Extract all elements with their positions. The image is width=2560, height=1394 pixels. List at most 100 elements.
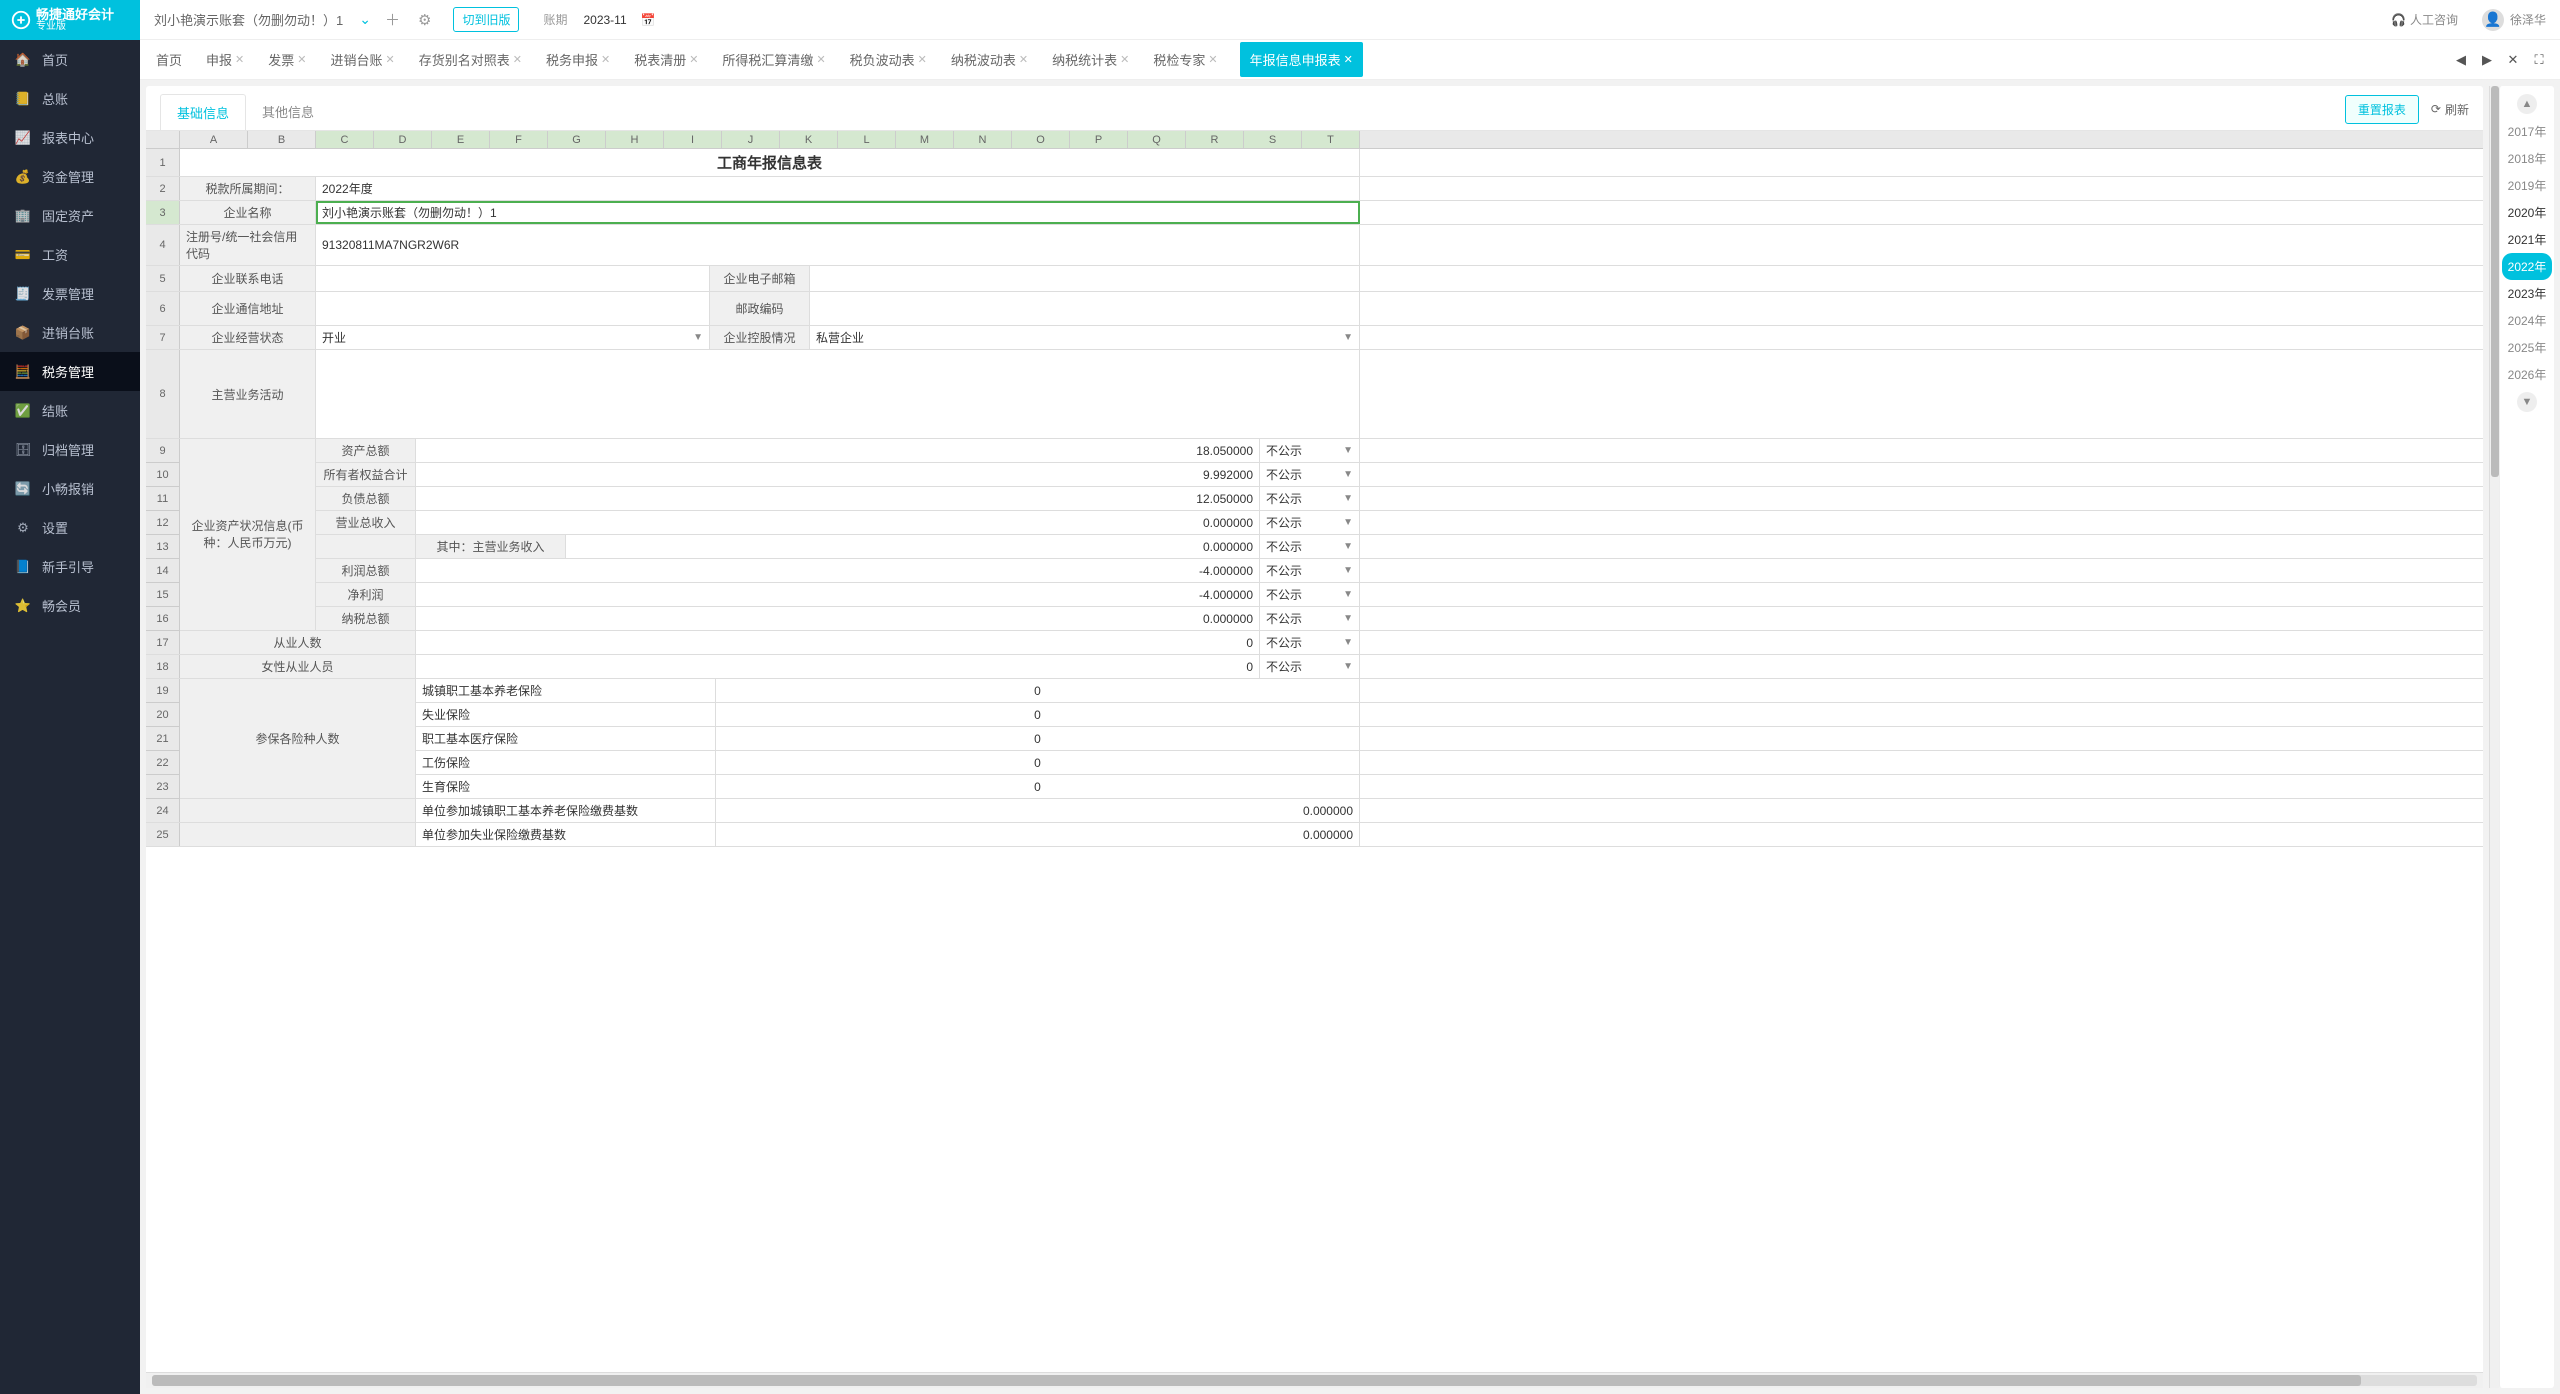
year-item-2023年[interactable]: 2023年	[2502, 280, 2553, 307]
row-num[interactable]: 20	[146, 703, 180, 727]
sidebar-item-chart[interactable]: 📈报表中心	[0, 118, 140, 157]
close-icon[interactable]: ✕	[689, 53, 698, 66]
row-num[interactable]: 1	[146, 149, 180, 176]
row-num[interactable]: 22	[146, 751, 180, 775]
emp-value[interactable]: 0	[416, 655, 1260, 678]
tab-9[interactable]: 纳税波动表✕	[949, 40, 1030, 79]
col-head-D[interactable]: D	[374, 131, 432, 148]
company-name-value[interactable]: 刘小艳演示账套（勿删勿动！）1	[316, 201, 1360, 224]
row-num[interactable]: 17	[146, 631, 180, 654]
col-head-H[interactable]: H	[606, 131, 664, 148]
year-item-2020年[interactable]: 2020年	[2502, 199, 2553, 226]
tab-11[interactable]: 税检专家✕	[1151, 40, 1219, 79]
close-icon[interactable]: ✕	[1344, 53, 1353, 66]
phone-value[interactable]	[316, 266, 710, 291]
col-head-M[interactable]: M	[896, 131, 954, 148]
publish-dropdown[interactable]: 不公示▼	[1260, 439, 1360, 462]
email-value[interactable]	[810, 266, 1360, 291]
main-biz-value[interactable]	[316, 350, 1360, 438]
sidebar-item-asset[interactable]: 🏢固定资产	[0, 196, 140, 235]
year-item-2025年[interactable]: 2025年	[2502, 334, 2553, 361]
close-icon[interactable]: ✕	[601, 53, 610, 66]
holding-dropdown[interactable]: 私营企业▼	[810, 326, 1360, 349]
tab-12[interactable]: 年报信息申报表✕	[1240, 42, 1363, 77]
tab-7[interactable]: 所得税汇算清缴✕	[720, 40, 827, 79]
tab-10[interactable]: 纳税统计表✕	[1050, 40, 1131, 79]
row-num[interactable]: 3	[146, 201, 180, 224]
row-num[interactable]: 9	[146, 439, 180, 463]
year-item-2019年[interactable]: 2019年	[2502, 172, 2553, 199]
close-icon[interactable]: ✕	[918, 53, 927, 66]
col-head-R[interactable]: R	[1186, 131, 1244, 148]
sub-tab-1[interactable]: 其他信息	[246, 94, 330, 130]
col-head-T[interactable]: T	[1302, 131, 1360, 148]
year-item-2026年[interactable]: 2026年	[2502, 361, 2553, 388]
fin-value[interactable]: 0.000000	[416, 511, 1260, 534]
emp-value[interactable]: 0	[416, 631, 1260, 654]
publish-dropdown[interactable]: 不公示▼	[1260, 463, 1360, 486]
row-num[interactable]: 12	[146, 511, 180, 535]
close-icon[interactable]: ✕	[1019, 53, 1028, 66]
tab-3[interactable]: 进销台账✕	[328, 40, 396, 79]
add-icon[interactable]: ＋	[381, 7, 404, 32]
fin-value[interactable]: 18.050000	[416, 439, 1260, 462]
sidebar-item-gear[interactable]: ⚙设置	[0, 508, 140, 547]
sidebar-item-stock[interactable]: 📦进销台账	[0, 313, 140, 352]
ins-value[interactable]: 0	[716, 679, 1360, 702]
close-icon[interactable]: ✕	[235, 53, 244, 66]
row-num[interactable]: 21	[146, 727, 180, 751]
col-head-Q[interactable]: Q	[1128, 131, 1186, 148]
base-value[interactable]: 0.000000	[716, 799, 1360, 822]
publish-dropdown[interactable]: 不公示▼	[1260, 511, 1360, 534]
col-head-B[interactable]: B	[248, 131, 316, 148]
row-num[interactable]: 16	[146, 607, 180, 631]
horizontal-scrollbar[interactable]	[146, 1372, 2483, 1388]
year-down-icon[interactable]: ▼	[2517, 392, 2537, 412]
tab-2[interactable]: 发票✕	[266, 40, 308, 79]
row-num[interactable]: 11	[146, 487, 180, 511]
address-value[interactable]	[316, 292, 710, 325]
tab-prev-icon[interactable]: ◀	[2450, 49, 2472, 71]
row-num[interactable]: 25	[146, 823, 180, 846]
tab-next-icon[interactable]: ▶	[2476, 49, 2498, 71]
row-num[interactable]: 8	[146, 350, 180, 438]
sidebar-item-salary[interactable]: 💳工资	[0, 235, 140, 274]
publish-dropdown[interactable]: 不公示▼	[1260, 559, 1360, 582]
close-icon[interactable]: ✕	[816, 53, 825, 66]
status-dropdown[interactable]: 开业▼	[316, 326, 710, 349]
sub-tab-0[interactable]: 基础信息	[160, 94, 246, 130]
col-head-P[interactable]: P	[1070, 131, 1128, 148]
sidebar-item-money[interactable]: 💰资金管理	[0, 157, 140, 196]
fin-value[interactable]: -4.000000	[416, 559, 1260, 582]
publish-dropdown[interactable]: 不公示▼	[1260, 535, 1360, 558]
close-icon[interactable]: ✕	[297, 53, 306, 66]
row-num[interactable]: 4	[146, 225, 180, 265]
sidebar-item-archive[interactable]: 🗄归档管理	[0, 430, 140, 469]
sidebar-item-vip[interactable]: ⭐畅会员	[0, 586, 140, 625]
year-item-2024年[interactable]: 2024年	[2502, 307, 2553, 334]
col-head-A[interactable]: A	[180, 131, 248, 148]
tab-0[interactable]: 首页	[154, 40, 184, 79]
fin-value[interactable]: 12.050000	[416, 487, 1260, 510]
col-head-F[interactable]: F	[490, 131, 548, 148]
sidebar-item-invoice[interactable]: 🧾发票管理	[0, 274, 140, 313]
gear-icon[interactable]: ⚙	[414, 9, 435, 31]
year-item-2021年[interactable]: 2021年	[2502, 226, 2553, 253]
fin-value[interactable]: -4.000000	[416, 583, 1260, 606]
account-selector[interactable]: 刘小艳演示账套（勿删勿动！）1	[154, 10, 343, 29]
sidebar-item-tax[interactable]: 🧮税务管理	[0, 352, 140, 391]
ins-value[interactable]: 0	[716, 751, 1360, 774]
publish-dropdown[interactable]: 不公示▼	[1260, 487, 1360, 510]
tab-1[interactable]: 申报✕	[204, 40, 246, 79]
fin-value[interactable]: 9.992000	[416, 463, 1260, 486]
row-num[interactable]: 24	[146, 799, 180, 822]
publish-dropdown[interactable]: 不公示▼	[1260, 607, 1360, 630]
ins-value[interactable]: 0	[716, 727, 1360, 750]
refresh-button[interactable]: ⟳ 刷新	[2431, 101, 2469, 118]
row-num[interactable]: 10	[146, 463, 180, 487]
col-head-I[interactable]: I	[664, 131, 722, 148]
year-item-2022年[interactable]: 2022年	[2502, 253, 2553, 280]
account-chevron-icon[interactable]: ⌄	[359, 11, 371, 28]
tab-4[interactable]: 存货别名对照表✕	[417, 40, 524, 79]
tab-fullscreen-icon[interactable]: ⛶	[2528, 49, 2550, 71]
